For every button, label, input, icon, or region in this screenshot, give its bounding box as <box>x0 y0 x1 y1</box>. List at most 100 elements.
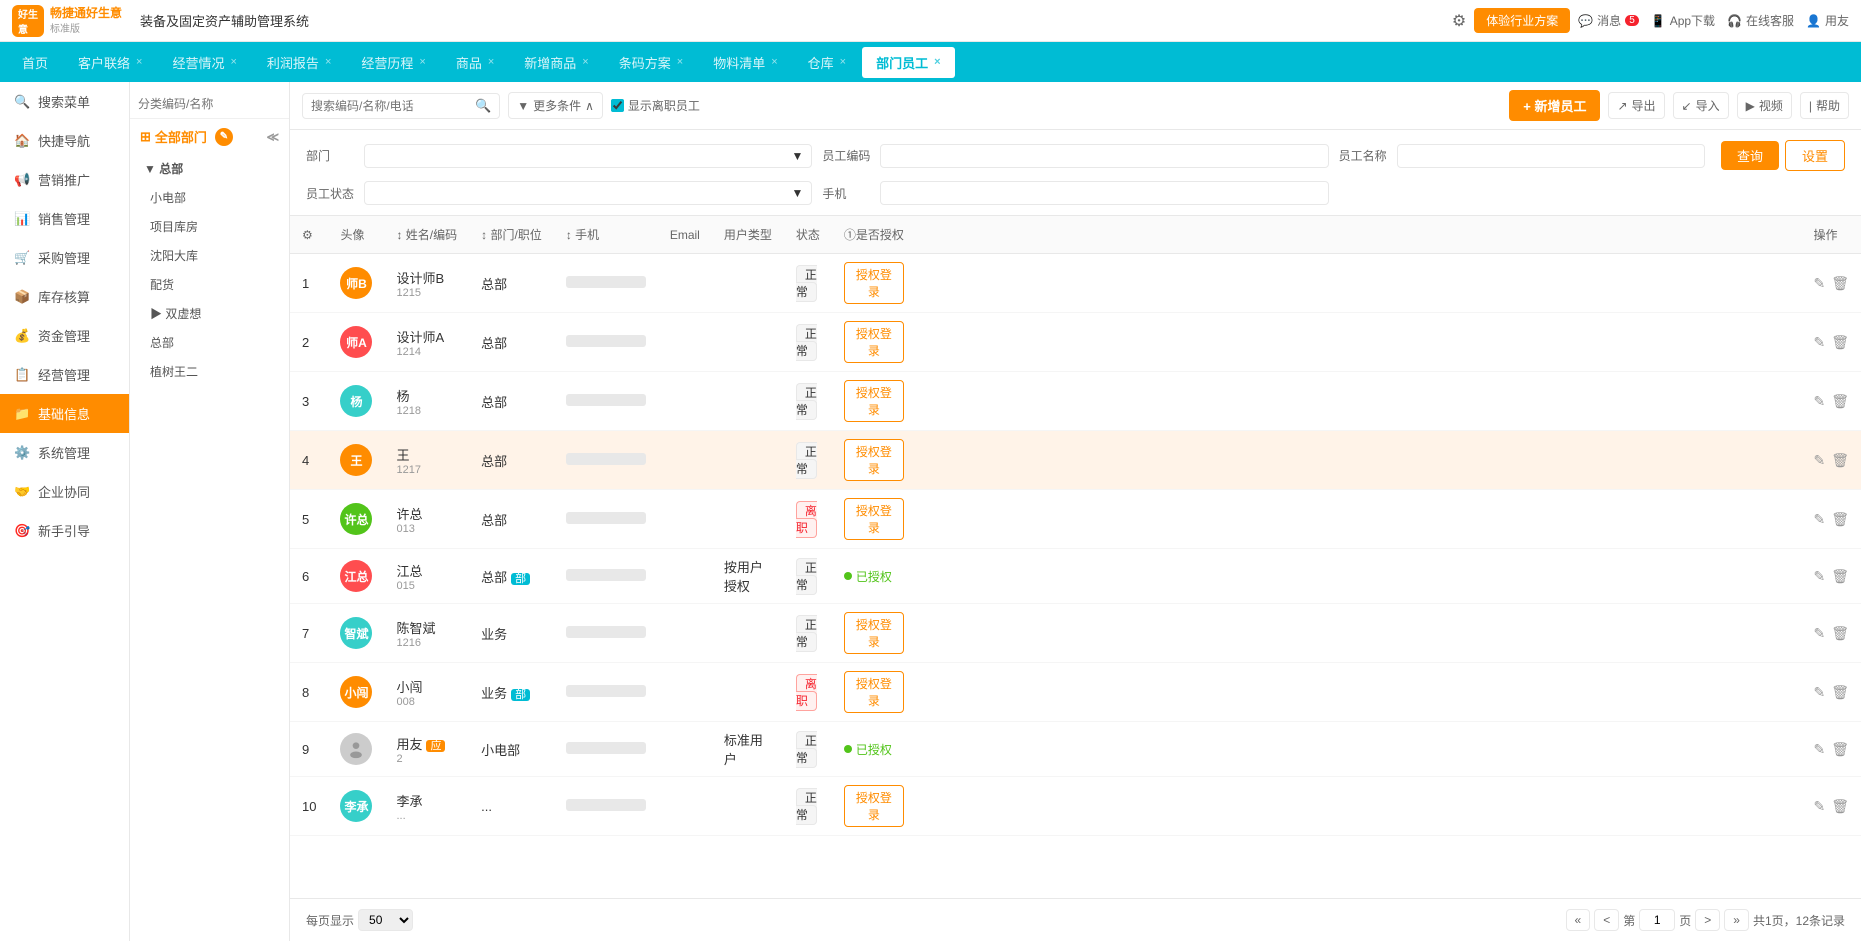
collapse-tree-icon[interactable]: ≪ <box>266 130 279 144</box>
dept-node-xiaodianbü[interactable]: 小电部 <box>130 183 289 212</box>
close-icon[interactable]: × <box>934 56 940 68</box>
video-button[interactable]: ▶ 视频 <box>1737 92 1792 119</box>
sidebar-item-nav[interactable]: 🏠 快捷导航 <box>0 121 129 160</box>
edit-dept-icon[interactable]: ✎ <box>215 128 233 146</box>
delete-button[interactable]: 🗑 <box>1831 625 1849 642</box>
next-page-button[interactable]: > <box>1695 909 1720 931</box>
nav-tab-home[interactable]: 首页 <box>8 47 62 78</box>
message-button[interactable]: 💬 消息 5 <box>1578 12 1639 29</box>
auth-button[interactable]: 授权登录 <box>844 671 904 713</box>
online-service-button[interactable]: 🎧 在线客服 <box>1727 12 1794 29</box>
sidebar-item-marketing[interactable]: 📢 营销推广 <box>0 160 129 199</box>
set-button[interactable]: 设置 <box>1785 140 1845 171</box>
dept-all[interactable]: ⊞ 全部部门 ✎ ≪ <box>130 119 289 154</box>
show-resigned-label[interactable]: 显示离职员工 <box>611 97 700 114</box>
edit-button[interactable]: ✎ <box>1813 798 1825 815</box>
delete-button[interactable]: 🗑 <box>1831 393 1849 410</box>
auth-button[interactable]: 授权登录 <box>844 321 904 363</box>
import-button[interactable]: ↙ 导入 <box>1673 92 1729 119</box>
auth-button[interactable]: 授权登录 <box>844 498 904 540</box>
close-icon[interactable]: × <box>488 56 494 68</box>
nav-tab-history[interactable]: 经营历程 × <box>347 47 439 78</box>
close-icon[interactable]: × <box>677 56 683 68</box>
phone-filter-input[interactable] <box>880 181 1328 205</box>
auth-button[interactable]: 授权登录 <box>844 612 904 654</box>
sidebar-item-guide[interactable]: 🎯 新手引导 <box>0 511 129 550</box>
app-download-button[interactable]: 📱 App下载 <box>1651 12 1715 29</box>
auth-button[interactable]: 授权登录 <box>844 439 904 481</box>
edit-button[interactable]: ✎ <box>1813 393 1825 410</box>
page-input[interactable] <box>1639 909 1675 931</box>
code-filter-input[interactable] <box>880 144 1328 168</box>
nav-tab-dept-staff[interactable]: 部门员工 × <box>862 47 954 78</box>
edit-button[interactable]: ✎ <box>1813 275 1825 292</box>
edit-button[interactable]: ✎ <box>1813 568 1825 585</box>
delete-button[interactable]: 🗑 <box>1831 511 1849 528</box>
close-icon[interactable]: × <box>136 56 142 68</box>
sidebar-item-stock[interactable]: 📦 库存核算 <box>0 277 129 316</box>
trial-button[interactable]: 体验行业方案 <box>1474 8 1570 33</box>
close-icon[interactable]: × <box>230 56 236 68</box>
prev-page-button[interactable]: < <box>1594 909 1619 931</box>
search-input[interactable] <box>311 99 471 113</box>
col-settings[interactable]: ⚙ <box>290 216 328 254</box>
close-icon[interactable]: × <box>771 56 777 68</box>
dept-search-input[interactable] <box>138 97 290 111</box>
auth-button[interactable]: 授权登录 <box>844 380 904 422</box>
sidebar-item-collab[interactable]: 🤝 企业协同 <box>0 472 129 511</box>
delete-button[interactable]: 🗑 <box>1831 275 1849 292</box>
sidebar-item-system[interactable]: ⚙️ 系统管理 <box>0 433 129 472</box>
nav-tab-operation[interactable]: 经营情况 × <box>158 47 250 78</box>
dept-filter-select[interactable]: ▼ <box>364 144 812 168</box>
dept-node-zongbu-parent[interactable]: ▼ 总部 <box>130 154 289 183</box>
sidebar-item-basic[interactable]: 📁 基础信息 <box>0 394 129 433</box>
nav-tab-bom[interactable]: 物料清单 × <box>699 47 791 78</box>
nav-tab-customer[interactable]: 客户联络 × <box>64 47 156 78</box>
settings-icon[interactable]: ⚙ <box>1452 11 1466 31</box>
delete-button[interactable]: 🗑 <box>1831 568 1849 585</box>
col-phone[interactable]: ↕ 手机 <box>554 216 658 254</box>
nav-tab-new-goods[interactable]: 新增商品 × <box>510 47 602 78</box>
sidebar-item-search[interactable]: 🔍 搜索菜单 <box>0 82 129 121</box>
name-filter-input[interactable] <box>1397 144 1705 168</box>
edit-button[interactable]: ✎ <box>1813 741 1825 758</box>
sidebar-item-purchase[interactable]: 🛒 采购管理 <box>0 238 129 277</box>
sidebar-item-business[interactable]: 📋 经营管理 <box>0 355 129 394</box>
col-name[interactable]: ↕ 姓名/编码 <box>384 216 469 254</box>
close-icon[interactable]: × <box>419 56 425 68</box>
per-page-select[interactable]: 50 100 <box>358 909 413 931</box>
export-button[interactable]: ↗ 导出 <box>1608 92 1664 119</box>
delete-button[interactable]: 🗑 <box>1831 334 1849 351</box>
dept-node-shenyang[interactable]: 沈阳大库 <box>130 241 289 270</box>
delete-button[interactable]: 🗑 <box>1831 684 1849 701</box>
edit-button[interactable]: ✎ <box>1813 684 1825 701</box>
nav-tab-goods[interactable]: 商品 × <box>442 47 508 78</box>
dept-node-peihuo[interactable]: 配货 <box>130 270 289 299</box>
auth-button[interactable]: 授权登录 <box>844 785 904 827</box>
delete-button[interactable]: 🗑 <box>1831 452 1849 469</box>
sidebar-item-finance[interactable]: 💰 资金管理 <box>0 316 129 355</box>
edit-button[interactable]: ✎ <box>1813 452 1825 469</box>
delete-button[interactable]: 🗑 <box>1831 798 1849 815</box>
user-menu-button[interactable]: 👤 用友 <box>1806 12 1849 29</box>
sidebar-item-sales[interactable]: 📊 销售管理 <box>0 199 129 238</box>
dept-node-zhishu[interactable]: 植树王二 <box>130 357 289 386</box>
query-button[interactable]: 查询 <box>1721 141 1779 170</box>
edit-button[interactable]: ✎ <box>1813 511 1825 528</box>
col-dept[interactable]: ↕ 部门/职位 <box>469 216 554 254</box>
dept-node-project[interactable]: 项目库房 <box>130 212 289 241</box>
dept-node-zongbu[interactable]: 总部 <box>130 328 289 357</box>
auth-button[interactable]: 授权登录 <box>844 262 904 304</box>
close-icon[interactable]: × <box>840 56 846 68</box>
nav-tab-profit[interactable]: 利润报告 × <box>253 47 345 78</box>
close-icon[interactable]: × <box>325 56 331 68</box>
nav-tab-barcode[interactable]: 条码方案 × <box>605 47 697 78</box>
delete-button[interactable]: 🗑 <box>1831 741 1849 758</box>
help-button[interactable]: | 帮助 <box>1800 92 1849 119</box>
edit-button[interactable]: ✎ <box>1813 625 1825 642</box>
close-icon[interactable]: × <box>582 56 588 68</box>
last-page-button[interactable]: » <box>1724 909 1749 931</box>
dept-node-shuangxu[interactable]: ▶ 双虚想 <box>130 299 289 328</box>
add-employee-button[interactable]: + 新增员工 <box>1509 90 1600 121</box>
search-icon[interactable]: 🔍 <box>475 98 491 114</box>
